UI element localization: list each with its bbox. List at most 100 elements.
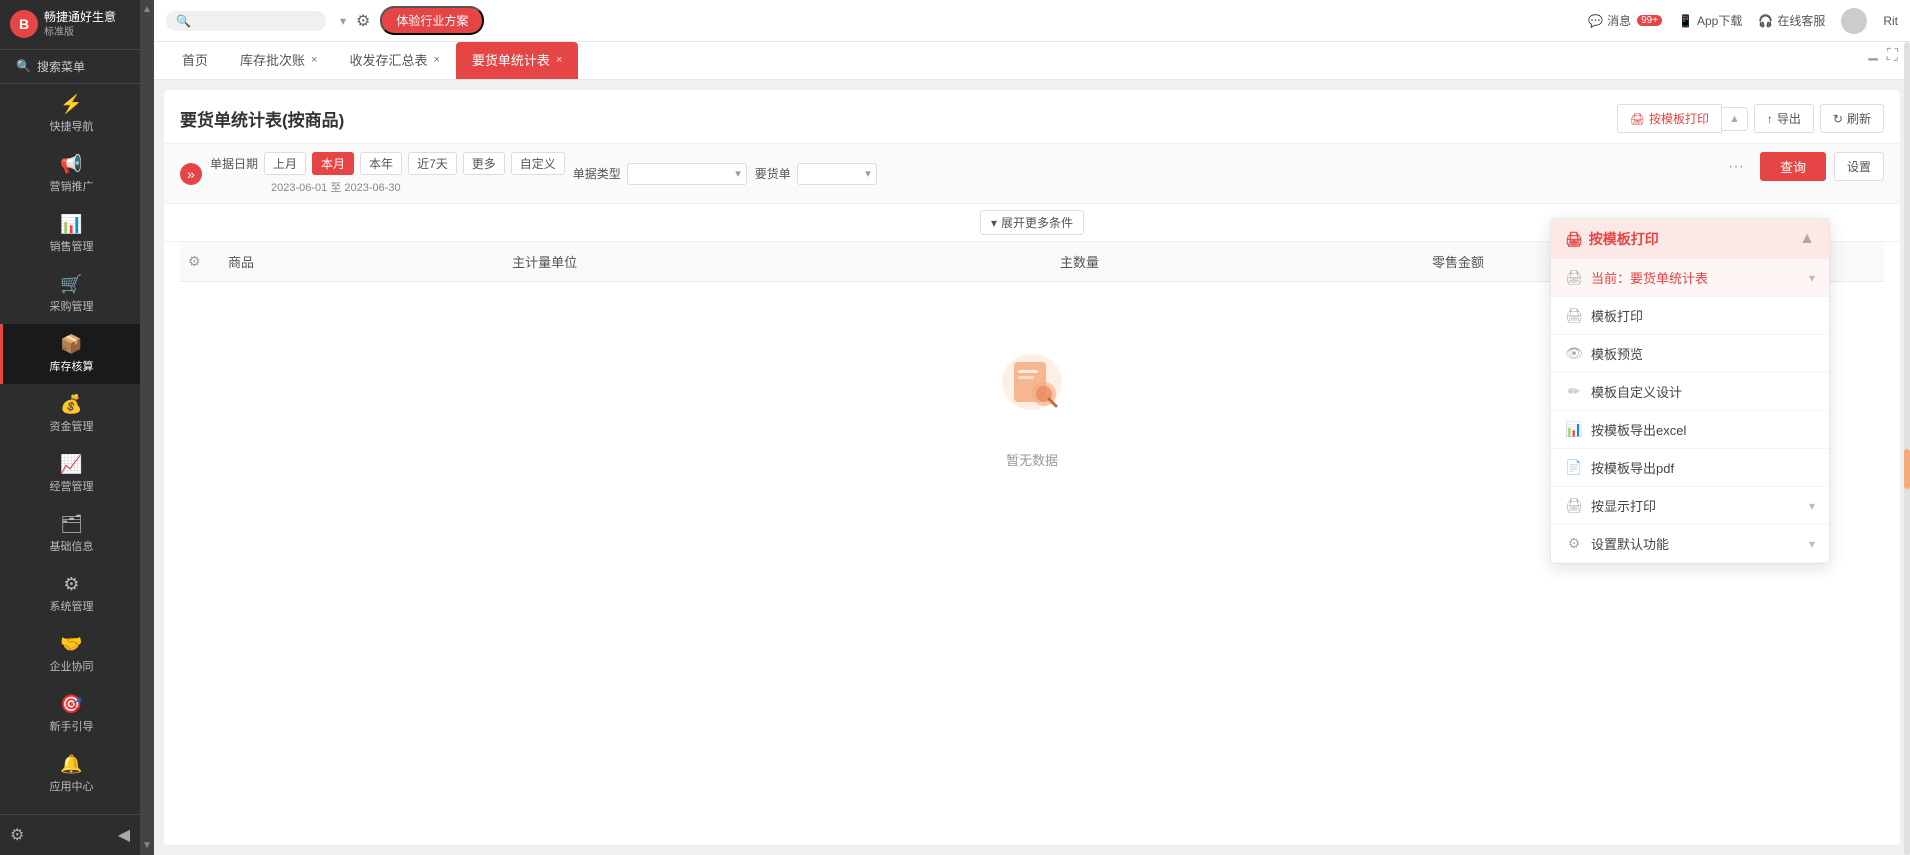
tab-bar: 首页 库存批次账 × 收发存汇总表 × 要货单统计表 × 🗕 ⛶: [154, 42, 1910, 80]
page-header: 要货单统计表(按商品) 🖨 按模板打印 ▲ ↑ 导出: [164, 90, 1900, 143]
default-func-arrow: ▾: [1809, 537, 1815, 551]
export-btn[interactable]: ↑ 导出: [1754, 104, 1814, 133]
sidebar-item-marketing[interactable]: 📢 营销推广: [0, 144, 140, 204]
scroll-down-btn[interactable]: ▼: [142, 840, 152, 851]
tab-close-receipt-summary[interactable]: ×: [433, 54, 439, 66]
tab-order-stats[interactable]: 要货单统计表 ×: [456, 42, 578, 79]
tab-minimize-icon[interactable]: 🗕: [1867, 47, 1878, 74]
search-icon: 🔍: [16, 59, 31, 73]
user-name[interactable]: Rit: [1883, 14, 1898, 28]
sidebar-item-inventory[interactable]: 📦 库存核算: [0, 324, 140, 384]
dropdown-item-current[interactable]: 🖨 当前：要货单统计表 ▾: [1551, 259, 1829, 297]
content-area: 要货单统计表(按商品) 🖨 按模板打印 ▲ ↑ 导出: [154, 80, 1910, 855]
dropdown-item-template-print[interactable]: 🖨 模板打印: [1551, 297, 1829, 335]
sidebar-item-operations[interactable]: 📈 经营管理: [0, 444, 140, 504]
top-action-buttons: 🖨 按模板打印 ▲ ↑ 导出 ↻ 刷新: [1617, 104, 1884, 133]
date-btn-7days[interactable]: 近7天: [408, 152, 457, 175]
date-label: 单据日期: [210, 155, 258, 172]
topbar-messages[interactable]: 💬 消息 99+: [1588, 12, 1662, 29]
tab-close-order-stats[interactable]: ×: [556, 54, 562, 66]
date-btn-this-month[interactable]: 本月: [312, 152, 354, 175]
tab-receipt-summary[interactable]: 收发存汇总表 ×: [333, 42, 455, 79]
topbar-online-service[interactable]: 🎧 在线客服: [1758, 12, 1825, 29]
sidebar-item-purchase[interactable]: 🛒 采购管理: [0, 264, 140, 324]
more-options-btn[interactable]: ···: [1720, 154, 1752, 180]
table-settings-icon[interactable]: ⚙: [188, 253, 201, 269]
topbar: 🔍 ▾ ⚙ 体验行业方案 💬 消息 99+ 📱 App下载 🎧 在线客服 Rit: [154, 0, 1910, 42]
template-print-icon: 🖨: [1565, 307, 1583, 324]
query-btn[interactable]: 查询: [1760, 152, 1826, 181]
col-product: 商品: [220, 242, 504, 282]
dropdown-item-template-custom[interactable]: ✏ 模板自定义设计: [1551, 373, 1829, 411]
scroll-up-btn[interactable]: ▲: [142, 4, 152, 15]
date-btn-this-year[interactable]: 本年: [360, 152, 402, 175]
scrollbar[interactable]: [1904, 80, 1910, 855]
filter-toolbar: » 单据日期 上月 本月 本年 近7天 更多 自定义: [164, 143, 1900, 204]
page-title: 要货单统计表(按商品): [180, 106, 344, 131]
topbar-app-download[interactable]: 📱 App下载: [1678, 12, 1742, 29]
sidebar-search[interactable]: 🔍 搜索菜单: [0, 50, 140, 84]
sidebar-item-appstore[interactable]: 🔔 应用中心: [0, 744, 140, 804]
dropdown-item-current-arrow: ▾: [1809, 271, 1815, 285]
trial-btn[interactable]: 体验行业方案: [380, 6, 484, 35]
date-btn-more[interactable]: 更多: [463, 152, 505, 175]
tab-home[interactable]: 首页: [166, 42, 224, 79]
dropdown-item-template-excel[interactable]: 📊 按模板导出excel: [1551, 411, 1829, 449]
sidebar-item-system[interactable]: ⚙ 系统管理: [0, 564, 140, 624]
bill-type-select[interactable]: [627, 163, 747, 185]
user-avatar[interactable]: [1841, 8, 1867, 34]
sidebar-item-quick-nav[interactable]: ⚡ 快捷导航: [0, 84, 140, 144]
dropdown-item-template-pdf[interactable]: 📄 按模板导出pdf: [1551, 449, 1829, 487]
template-print-label: 模板打印: [1591, 306, 1643, 325]
sidebar-item-collab[interactable]: 🤝 企业协同: [0, 624, 140, 684]
expand-filter-btn[interactable]: »: [180, 163, 202, 185]
quick-nav-icon: ⚡: [60, 94, 82, 115]
print-btn-wrap: 🖨 按模板打印 ▲: [1617, 104, 1748, 133]
yaohuo-filter: 要货单: [755, 163, 877, 185]
print-chevron-btn[interactable]: ▲: [1722, 107, 1748, 131]
display-print-left: 🖨 按显示打印: [1565, 496, 1656, 515]
refresh-btn[interactable]: ↻ 刷新: [1820, 104, 1884, 133]
dropdown-item-current-left: 🖨 当前：要货单统计表: [1565, 268, 1708, 287]
sidebar-nav: ⚡ 快捷导航 📢 营销推广 📊 销售管理 🛒 采购管理 📦 库存核算 💰 资金管…: [0, 84, 140, 814]
topbar-search-wrap: 🔍: [166, 11, 326, 31]
dropdown-item-display-print[interactable]: 🖨 按显示打印 ▾: [1551, 487, 1829, 525]
expand-more-icon: ▾: [991, 216, 997, 230]
print-template-btn[interactable]: 🖨 按模板打印: [1617, 104, 1722, 133]
sidebar-item-guide[interactable]: 🎯 新手引导: [0, 684, 140, 744]
date-btn-custom[interactable]: 自定义: [511, 152, 565, 175]
date-range-display: 2023-06-01 至 2023-06-30: [271, 179, 401, 195]
sidebar-item-wechat[interactable]: 💬 企业微信: [0, 804, 140, 814]
sidebar-collapse-icon[interactable]: ◀: [118, 825, 130, 845]
template-pdf-icon: 📄: [1565, 459, 1583, 476]
default-func-label: 设置默认功能: [1591, 534, 1669, 553]
sidebar-item-sales[interactable]: 📊 销售管理: [0, 204, 140, 264]
topbar-gear-icon[interactable]: ⚙: [356, 11, 370, 31]
default-func-left: ⚙ 设置默认功能: [1565, 534, 1669, 553]
tab-close-inventory-batch[interactable]: ×: [311, 54, 317, 66]
date-btn-last-month[interactable]: 上月: [264, 152, 306, 175]
main-area: 🔍 ▾ ⚙ 体验行业方案 💬 消息 99+ 📱 App下载 🎧 在线客服 Rit: [154, 0, 1910, 855]
topbar-search-input[interactable]: [195, 14, 316, 28]
expand-more-btn[interactable]: ▾ 展开更多条件: [980, 210, 1084, 235]
empty-icon: [992, 342, 1072, 438]
sidebar-scroll: ▲ ▼: [140, 0, 154, 855]
dropdown-print-icon: 🖨: [1565, 231, 1583, 248]
dropdown-close-btn[interactable]: ▲: [1799, 230, 1815, 248]
tab-inventory-batch[interactable]: 库存批次账 ×: [224, 42, 333, 79]
logo-icon: B: [10, 10, 38, 38]
tab-maximize-icon[interactable]: ⛶: [1887, 47, 1898, 74]
logo-text: 畅捷通好生意 标准版: [44, 10, 116, 39]
dropdown-item-template-preview[interactable]: 👁 模板预览: [1551, 335, 1829, 373]
dropdown-item-current-label: 当前：要货单统计表: [1591, 268, 1708, 287]
topbar-search-chevron[interactable]: ▾: [340, 14, 346, 28]
dropdown-item-default-func[interactable]: ⚙ 设置默认功能 ▾: [1551, 525, 1829, 563]
sidebar-item-finance[interactable]: 💰 资金管理: [0, 384, 140, 444]
date-filter-row: 单据日期 上月 本月 本年 近7天 更多 自定义: [210, 152, 565, 175]
settings-icon[interactable]: ⚙: [10, 825, 24, 845]
sidebar-item-basic[interactable]: 🗂 基础信息: [0, 504, 140, 564]
settings-btn[interactable]: 设置: [1834, 152, 1884, 181]
app-logo: B 畅捷通好生意 标准版: [0, 0, 140, 50]
yaohuo-select[interactable]: [797, 163, 877, 185]
scrollbar-thumb[interactable]: [1904, 449, 1910, 489]
